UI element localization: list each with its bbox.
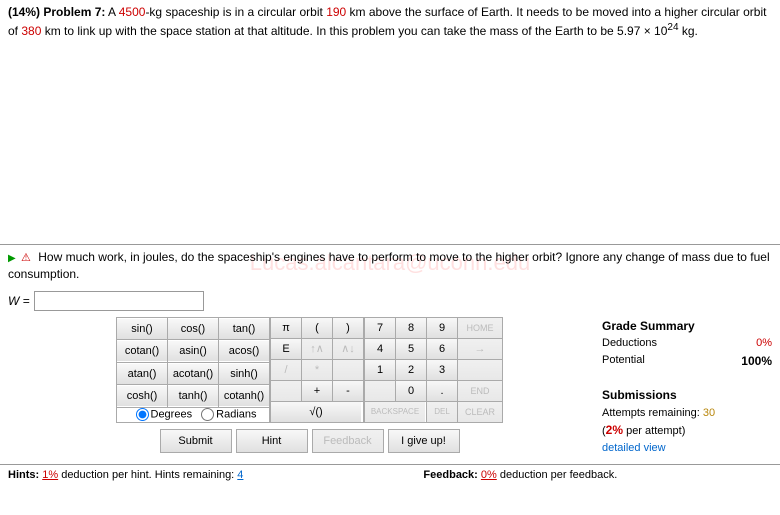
key-up[interactable]: ↑∧ [302, 339, 332, 359]
fn-cotanh[interactable]: cotanh() [219, 386, 269, 406]
detailed-view-link[interactable]: detailed view [602, 440, 772, 457]
key-blank3[interactable] [458, 360, 502, 380]
giveup-button[interactable]: I give up! [388, 429, 460, 453]
problem-statement: (14%) Problem 7: A 4500-kg spaceship is … [0, 0, 780, 44]
key-0[interactable]: 0 [396, 381, 426, 401]
key-backspace[interactable]: BACKSPACE [365, 402, 425, 422]
key-E[interactable]: E [271, 339, 301, 359]
key-4[interactable]: 4 [365, 339, 395, 359]
warning-icon: ⚠ [21, 252, 31, 264]
key-right[interactable]: → [458, 339, 502, 359]
feedback-button[interactable]: Feedback [312, 429, 384, 453]
fn-tan[interactable]: tan() [219, 319, 269, 339]
key-plus[interactable]: + [302, 381, 332, 401]
expand-icon: ▶ [8, 253, 16, 264]
key-rparen[interactable]: ) [333, 318, 363, 338]
fn-acos[interactable]: acos() [219, 341, 269, 361]
fn-sin[interactable]: sin() [117, 319, 167, 339]
fn-cotan[interactable]: cotan() [117, 341, 167, 361]
fn-asin[interactable]: asin() [168, 341, 218, 361]
fn-atan[interactable]: atan() [117, 364, 167, 384]
key-lparen[interactable]: ( [302, 318, 332, 338]
key-8[interactable]: 8 [396, 318, 426, 338]
symbol-pad: π ( ) E ↑∧ ∧↓ / * + - √() [270, 317, 364, 423]
hint-button[interactable]: Hint [236, 429, 308, 453]
key-sqrt[interactable]: √() [271, 402, 361, 422]
key-5[interactable]: 5 [396, 339, 426, 359]
key-blank4[interactable] [365, 381, 395, 401]
key-slash[interactable]: / [271, 360, 301, 380]
key-minus[interactable]: - [333, 381, 363, 401]
number-pad: 7 8 9 HOME 4 5 6 → 1 2 3 0 . END BACKSPA… [364, 317, 503, 423]
key-blank2[interactable] [271, 381, 301, 401]
key-star[interactable]: * [302, 360, 332, 380]
fn-sinh[interactable]: sinh() [219, 364, 269, 384]
submit-button[interactable]: Submit [160, 429, 232, 453]
feedback-info: Feedback: 0% deduction per feedback. [423, 469, 617, 481]
key-6[interactable]: 6 [427, 339, 457, 359]
radians-radio[interactable] [201, 408, 214, 421]
degrees-radio[interactable] [136, 408, 149, 421]
key-pi[interactable]: π [271, 318, 301, 338]
question-text: ▶ ⚠ How much work, in joules, do the spa… [0, 245, 780, 287]
equation-lhs: W = [8, 294, 30, 308]
fn-cos[interactable]: cos() [168, 319, 218, 339]
key-end[interactable]: END [458, 381, 502, 401]
key-2[interactable]: 2 [396, 360, 426, 380]
answer-input[interactable] [34, 291, 204, 311]
grade-summary: Grade Summary Deductions0% Potential100%… [602, 317, 772, 457]
fn-cosh[interactable]: cosh() [117, 386, 167, 406]
key-3[interactable]: 3 [427, 360, 457, 380]
fn-acotan[interactable]: acotan() [168, 364, 218, 384]
hints-info: Hints: 1% deduction per hint. Hints rema… [8, 469, 243, 481]
key-home[interactable]: HOME [458, 318, 502, 338]
key-clear[interactable]: CLEAR [458, 402, 502, 422]
fn-tanh[interactable]: tanh() [168, 386, 218, 406]
key-9[interactable]: 9 [427, 318, 457, 338]
key-blank[interactable] [333, 360, 363, 380]
key-1[interactable]: 1 [365, 360, 395, 380]
key-down[interactable]: ∧↓ [333, 339, 363, 359]
key-dot[interactable]: . [427, 381, 457, 401]
key-7[interactable]: 7 [365, 318, 395, 338]
function-pad: sin() cos() tan() cotan() asin() acos() … [116, 317, 270, 423]
key-del[interactable]: DEL [427, 402, 457, 422]
